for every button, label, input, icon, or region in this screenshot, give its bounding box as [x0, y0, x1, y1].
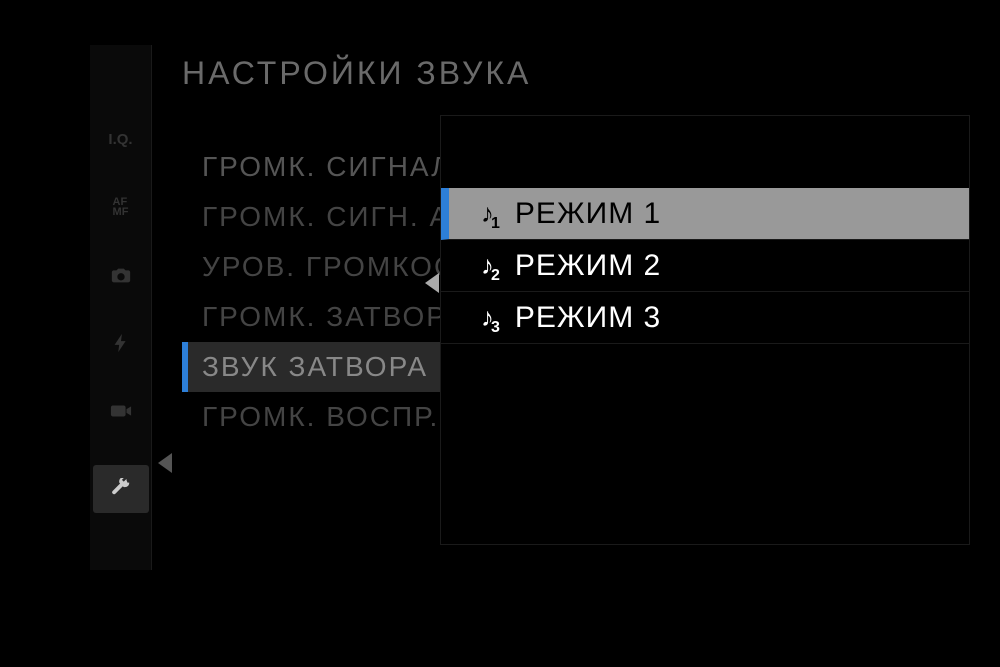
- submenu-label: РЕЖИМ 2: [515, 249, 661, 283]
- iq-icon: I.Q.: [108, 131, 132, 148]
- sidebar-item-setup[interactable]: [93, 465, 149, 513]
- camera-menu-screen: I.Q. AF MF: [0, 0, 1000, 667]
- sidebar-item-afmf[interactable]: AF MF: [101, 193, 141, 221]
- sidebar-item-camera[interactable]: [101, 261, 141, 289]
- camera-icon: [110, 264, 132, 286]
- sidebar-item-iq[interactable]: I.Q.: [101, 125, 141, 153]
- music-note-icon: ♪2: [481, 250, 505, 281]
- panel-title: НАСТРОЙКИ ЗВУКА: [182, 55, 832, 92]
- music-note-icon: ♪3: [481, 302, 505, 333]
- wrench-icon: [110, 478, 132, 500]
- shutter-sound-submenu: ♪1 РЕЖИМ 1 ♪2 РЕЖИМ 2 ♪3 РЕЖИМ 3: [440, 115, 970, 545]
- flash-icon: [110, 332, 132, 354]
- music-note-icon: ♪1: [481, 198, 505, 229]
- submenu-option-1[interactable]: ♪1 РЕЖИМ 1: [441, 188, 969, 240]
- sidebar-active-arrow: [158, 453, 172, 473]
- sidebar-item-movie[interactable]: [101, 397, 141, 425]
- submenu-option-3[interactable]: ♪3 РЕЖИМ 3: [441, 292, 969, 344]
- category-sidebar: I.Q. AF MF: [90, 45, 152, 570]
- submenu-option-2[interactable]: ♪2 РЕЖИМ 2: [441, 240, 969, 292]
- submenu-label: РЕЖИМ 1: [515, 197, 661, 231]
- submenu-arrow: [425, 273, 439, 293]
- submenu-list: ♪1 РЕЖИМ 1 ♪2 РЕЖИМ 2 ♪3 РЕЖИМ 3: [441, 116, 969, 344]
- movie-icon: [110, 400, 132, 422]
- submenu-label: РЕЖИМ 3: [515, 301, 661, 335]
- afmf-icon: AF MF: [113, 197, 129, 217]
- sidebar-item-flash[interactable]: [101, 329, 141, 357]
